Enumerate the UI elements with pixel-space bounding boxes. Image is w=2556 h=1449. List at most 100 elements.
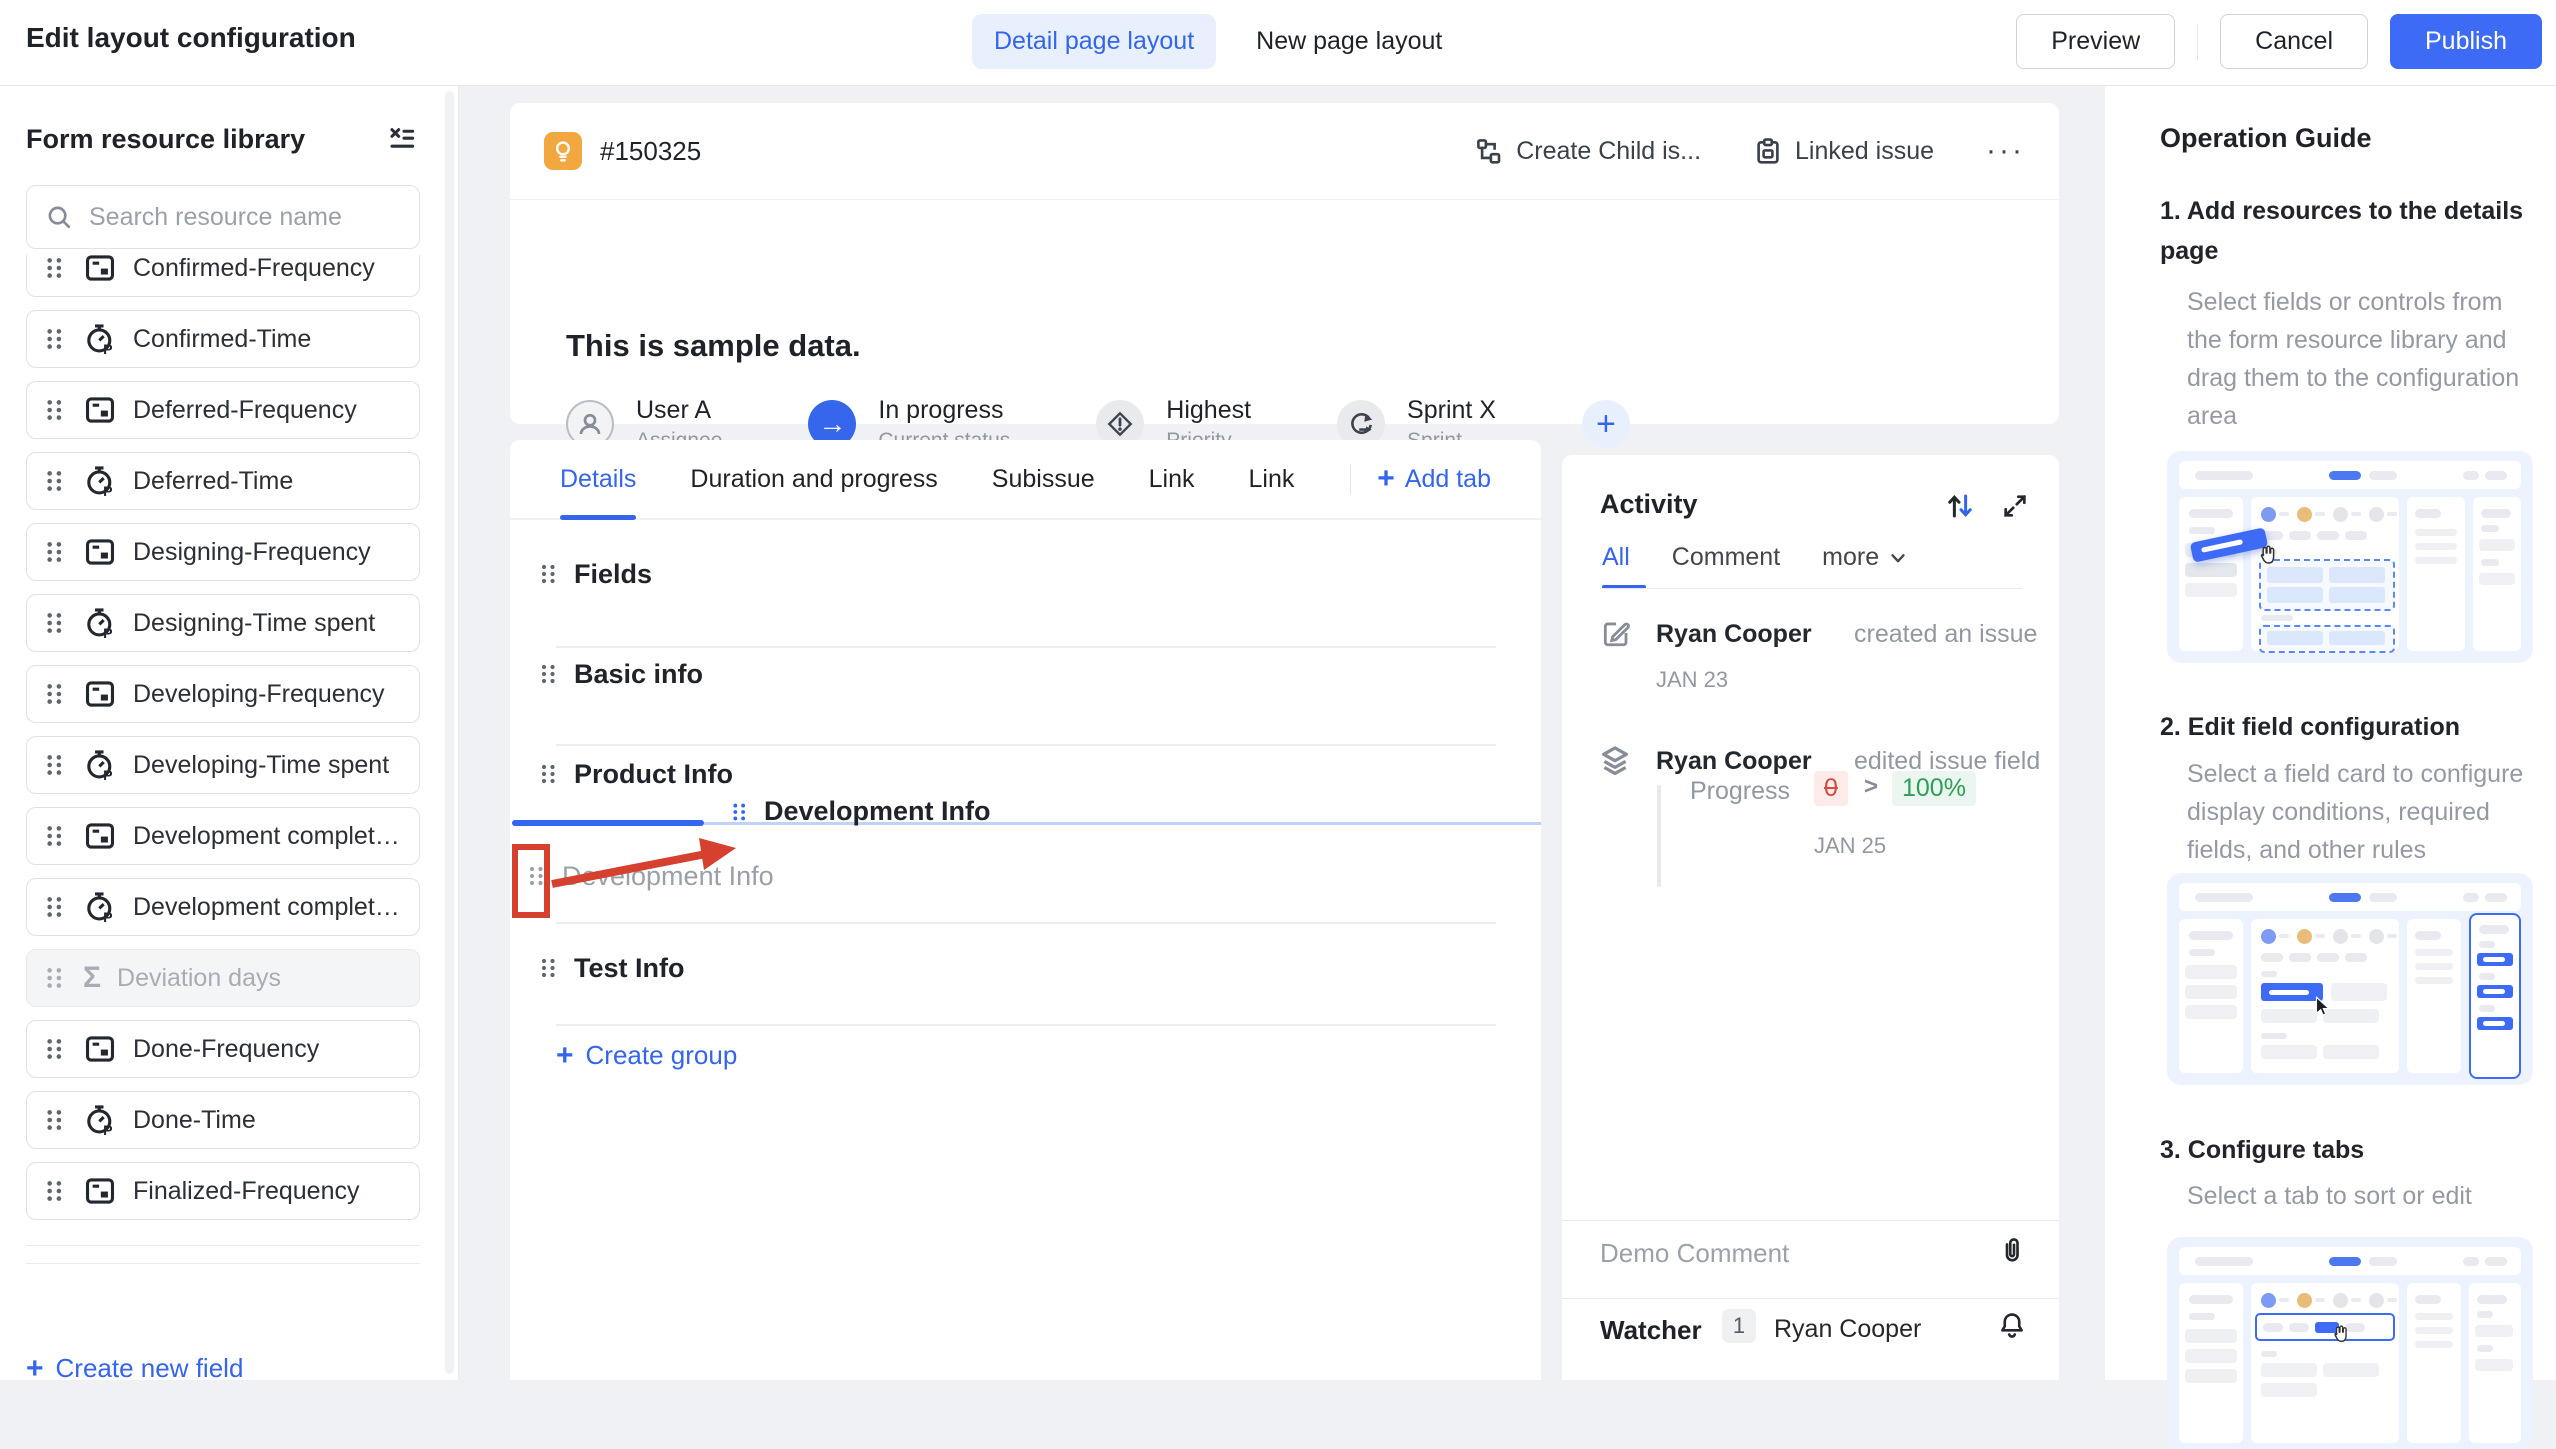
activity-user[interactable]: Ryan Cooper xyxy=(1656,747,1812,776)
group-test-info[interactable]: Test Info xyxy=(536,952,685,984)
drag-handle-icon[interactable] xyxy=(41,821,67,851)
drag-handle-icon[interactable] xyxy=(41,395,67,425)
drag-handle-icon[interactable] xyxy=(536,952,560,984)
sidebar-divider xyxy=(26,1263,420,1264)
add-field-chip[interactable]: + xyxy=(1581,400,1630,448)
resource-item-disabled: Σ Deviation days xyxy=(26,949,420,1007)
dragged-group-development-info[interactable]: Development Info xyxy=(728,796,991,827)
tab-duration-progress[interactable]: Duration and progress xyxy=(690,465,937,494)
priority-value: Highest xyxy=(1166,396,1252,424)
dragged-group-label: Development Info xyxy=(764,796,991,826)
group-product-info[interactable]: Product Info xyxy=(536,758,733,790)
drag-handle-icon[interactable] xyxy=(536,758,560,790)
group-label: Fields xyxy=(574,558,653,589)
guide-title: Operation Guide xyxy=(2160,123,2372,153)
more-actions-icon[interactable]: ··· xyxy=(1986,134,2025,168)
resource-item-label: Developing-Frequency xyxy=(133,679,385,708)
drag-handle-icon[interactable] xyxy=(536,658,560,690)
guide-illustration-1 xyxy=(2167,451,2533,663)
frequency-icon xyxy=(83,1032,117,1066)
preview-button[interactable]: Preview xyxy=(2016,14,2176,69)
watcher-name[interactable]: Ryan Cooper xyxy=(1774,1315,1921,1344)
operation-guide-panel: Operation Guide 1. Add resources to the … xyxy=(2105,85,2556,1449)
drag-handle-icon[interactable] xyxy=(41,608,67,638)
drag-handle-icon[interactable] xyxy=(728,798,750,826)
create-new-field-label: Create new field xyxy=(55,1353,244,1383)
child-issue-icon xyxy=(1474,136,1504,166)
create-child-issue-button[interactable]: Create Child is... xyxy=(1474,136,1701,166)
group-fields[interactable]: Fields xyxy=(536,558,652,590)
drag-handle-icon[interactable] xyxy=(536,558,560,590)
resource-item[interactable]: Finalized-Frequency xyxy=(26,1162,420,1220)
resource-item[interactable]: Designing-Frequency xyxy=(26,523,420,581)
resource-item[interactable]: Confirmed-Time xyxy=(26,310,420,368)
tab-link[interactable]: Link xyxy=(1149,465,1195,494)
resource-item-label: Deviation days xyxy=(117,963,281,992)
sort-icon[interactable] xyxy=(1945,491,1975,521)
hand-cursor-icon xyxy=(2255,543,2279,567)
resource-item-label: Designing-Frequency xyxy=(133,537,371,566)
comment-input[interactable]: Demo Comment xyxy=(1600,1238,1789,1269)
activity-tab-all[interactable]: All xyxy=(1602,543,1630,572)
drag-handle-icon[interactable] xyxy=(41,679,67,709)
resource-item[interactable]: Confirmed-Frequency xyxy=(26,255,420,297)
guide-step2-body: Select a field card to configure display… xyxy=(2187,760,2524,864)
resource-item[interactable]: Development completed-... xyxy=(26,878,420,936)
drag-handle-icon[interactable] xyxy=(41,466,67,496)
expand-icon[interactable] xyxy=(2001,492,2029,520)
cancel-button[interactable]: Cancel xyxy=(2220,14,2368,69)
resource-item-label: Confirmed-Time xyxy=(133,324,312,353)
activity-tab-more[interactable]: more xyxy=(1822,543,1909,572)
linked-issue-icon xyxy=(1753,136,1783,166)
group-basic-info[interactable]: Basic info xyxy=(536,658,703,690)
drag-handle-icon[interactable] xyxy=(41,1034,67,1064)
resource-item[interactable]: Deferred-Frequency xyxy=(26,381,420,439)
bell-icon[interactable] xyxy=(1997,1310,2027,1340)
add-tab-button[interactable]: + Add tab xyxy=(1350,464,1491,494)
header-actions: Preview Cancel Publish xyxy=(2016,14,2542,69)
linked-issue-button[interactable]: Linked issue xyxy=(1753,136,1934,166)
tab-subissue[interactable]: Subissue xyxy=(992,465,1095,494)
drag-handle-icon[interactable] xyxy=(41,255,67,283)
create-group-button[interactable]: + Create group xyxy=(556,1040,737,1071)
activity-tab-comment[interactable]: Comment xyxy=(1672,543,1780,572)
activity-date: JAN 23 xyxy=(1656,667,1729,692)
hand-cursor-icon xyxy=(2329,1323,2351,1345)
plus-icon: + xyxy=(1581,400,1630,448)
sidebar-scrollbar[interactable] xyxy=(445,91,454,1374)
drag-handle-icon[interactable] xyxy=(41,1176,67,1206)
frequency-icon xyxy=(83,393,117,427)
drag-handle-icon[interactable] xyxy=(41,750,67,780)
page-title: Edit layout configuration xyxy=(26,22,356,53)
drag-handle-icon[interactable] xyxy=(41,537,67,567)
resource-item[interactable]: Developing-Frequency xyxy=(26,665,420,723)
resource-item[interactable]: Done-Frequency xyxy=(26,1020,420,1078)
resource-item[interactable]: Done-Time xyxy=(26,1091,420,1149)
resource-item-label: Done-Frequency xyxy=(133,1034,320,1063)
drag-handle-icon[interactable] xyxy=(41,1105,67,1135)
tab-details[interactable]: Details xyxy=(560,465,637,520)
details-config-card: Details Duration and progress Subissue L… xyxy=(510,440,1541,1380)
drag-handle-icon[interactable] xyxy=(41,892,67,922)
collapse-library-icon[interactable] xyxy=(386,123,418,155)
library-title: Form resource library xyxy=(26,123,306,154)
resource-item[interactable]: Deferred-Time xyxy=(26,452,420,510)
resource-item[interactable]: Designing-Time spent xyxy=(26,594,420,652)
resource-item[interactable]: Development completed-... xyxy=(26,807,420,865)
drag-handle-icon[interactable] xyxy=(41,324,67,354)
activity-user[interactable]: Ryan Cooper xyxy=(1656,620,1812,649)
create-new-field-button[interactable]: + Create new field xyxy=(26,1353,243,1384)
create-group-label: Create group xyxy=(585,1040,738,1070)
issue-type-icon xyxy=(544,132,582,170)
resource-search[interactable] xyxy=(26,185,420,249)
tab-link-wil[interactable]: Link Wil xyxy=(1249,465,1297,494)
comment-divider xyxy=(1562,1220,2059,1221)
attachment-icon[interactable] xyxy=(1997,1235,2027,1265)
search-icon xyxy=(45,203,73,231)
publish-button[interactable]: Publish xyxy=(2390,14,2542,69)
activity-tabs: All Comment more xyxy=(1602,543,1909,572)
resource-item[interactable]: Developing-Time spent xyxy=(26,736,420,794)
search-input[interactable] xyxy=(87,201,401,233)
tab-new-page-layout[interactable]: New page layout xyxy=(1234,14,1464,69)
tab-detail-page-layout[interactable]: Detail page layout xyxy=(972,14,1217,69)
